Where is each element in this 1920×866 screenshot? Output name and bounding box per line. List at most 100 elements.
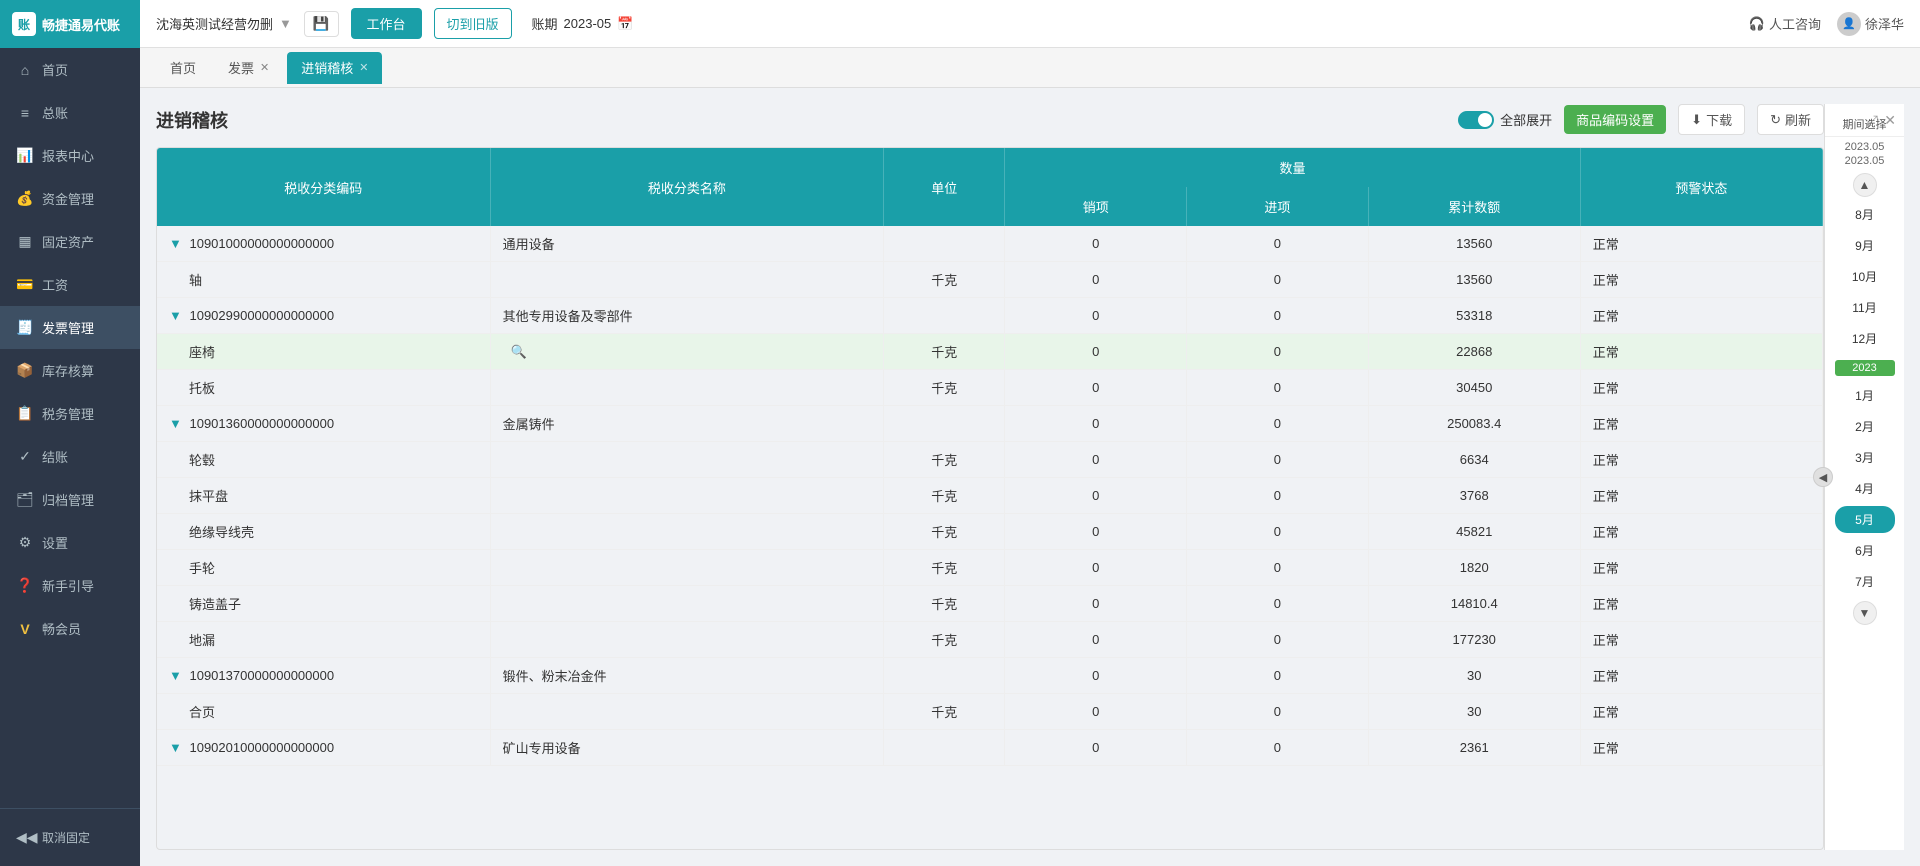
service-label: 人工咨询 [1769,14,1821,33]
period-month-item[interactable]: 2月 [1835,413,1895,440]
row-unit: 千克 [884,370,1005,406]
reports-icon: 📊 [16,147,34,164]
tab-reconcile-close[interactable]: ✕ [359,61,368,74]
sidebar-item-home[interactable]: ⌂ 首页 [0,48,140,91]
sidebar-item-guide[interactable]: ❓ 新手引导 [0,564,140,607]
row-purchase-qty: 0 [1187,226,1369,262]
member-icon: V [16,621,34,637]
product-code-button[interactable]: 商品编码设置 [1564,105,1666,134]
download-button[interactable]: ⬇ 下载 [1678,104,1745,135]
period-month-item[interactable]: 10月 [1835,263,1895,290]
row-name: 其他专用设备及零部件 [490,298,884,334]
period-month-item[interactable]: 4月 [1835,475,1895,502]
row-status: 正常 [1580,514,1822,550]
period-month-item[interactable]: 12月 [1835,325,1895,352]
collapse-icon[interactable]: ▼ [169,668,185,683]
sidebar-item-tax[interactable]: 📋 税务管理 [0,392,140,435]
user-menu[interactable]: 👤 徐泽华 [1837,12,1904,36]
sidebar-item-inventory[interactable]: 📦 库存核算 [0,349,140,392]
company-selector[interactable]: 沈海英测试经营勿删 ▼ [156,14,292,33]
sidebar-item-assets[interactable]: ▦ 固定资产 [0,220,140,263]
sidebar-label-tax: 税务管理 [42,404,94,423]
toggle-switch[interactable] [1458,111,1494,129]
sidebar-item-funds[interactable]: 💰 资金管理 [0,177,140,220]
row-unit: 千克 [884,478,1005,514]
sidebar-item-member[interactable]: V 畅会员 [0,607,140,650]
service-button[interactable]: 🎧 人工咨询 [1749,14,1821,33]
row-name [490,694,884,730]
sidebar-unpin[interactable]: ◀◀ 取消固定 [0,817,140,858]
period-month-item[interactable]: 8月 [1835,201,1895,228]
sidebar-item-payroll[interactable]: 💳 工资 [0,263,140,306]
sidebar-label-payroll: 工资 [42,275,68,294]
sidebar-label-archive: 归档管理 [42,490,94,509]
workbench-button[interactable]: 工作台 [351,8,422,39]
collapse-icon[interactable]: ▼ [169,740,185,755]
period-month-active[interactable]: 5月 [1835,506,1895,533]
row-sales-qty: 0 [1005,370,1187,406]
sidebar-item-settings[interactable]: ⚙ 设置 [0,521,140,564]
calendar-icon[interactable]: 📅 [617,16,633,32]
row-purchase-qty: 0 [1187,658,1369,694]
period-month-item[interactable]: 1月 [1835,382,1895,409]
sidebar-item-settle[interactable]: ✓ 结账 [0,435,140,478]
table-row: 铸造盖子 [157,586,490,622]
row-status: 正常 [1580,334,1822,370]
th-tax-name: 税收分类名称 [490,148,884,226]
sidebar-item-ledger[interactable]: ≡ 总账 [0,91,140,134]
close-panel-icon[interactable]: ✕ [1884,112,1896,129]
period-year-2023-top: 2023.05 [1845,141,1885,153]
panel-toggle[interactable]: ◀ [1813,467,1833,487]
collapse-icon[interactable]: ▼ [169,308,185,323]
sidebar-item-archive[interactable]: 🗂 归档管理 [0,478,140,521]
tab-home[interactable]: 首页 [156,52,210,84]
period-month-item[interactable]: 3月 [1835,444,1895,471]
logo-text: 畅捷通易代账 [42,15,120,34]
period-value: 2023-05 [564,16,612,31]
tab-invoices-close[interactable]: ✕ [260,61,269,74]
row-total: 250083.4 [1368,406,1580,442]
table-row: ▼ 10902010000000000000 [157,730,490,766]
row-purchase-qty: 0 [1187,622,1369,658]
period-month-item[interactable]: 6月 [1835,537,1895,564]
tab-invoices[interactable]: 发票 ✕ [214,52,283,84]
search-icon[interactable]: 🔍 [511,344,527,359]
period-down-arrow[interactable]: ▼ [1853,601,1877,625]
row-total: 22868 [1368,334,1580,370]
th-tax-code: 税收分类编码 [157,148,490,226]
save-button[interactable]: 💾 [304,11,339,37]
row-name [490,622,884,658]
row-purchase-qty: 0 [1187,586,1369,622]
toggle-label: 全部展开 [1500,110,1552,129]
table-row: 座椅 [157,334,490,370]
sidebar-item-reports[interactable]: 📊 报表中心 [0,134,140,177]
expand-panel-icon[interactable]: ⤢ [1867,112,1878,129]
sidebar-unpin-label: 取消固定 [42,829,90,846]
row-sales-qty: 0 [1005,514,1187,550]
row-purchase-qty: 0 [1187,514,1369,550]
refresh-button[interactable]: ↻ 刷新 [1757,104,1824,135]
period-month-item[interactable]: 11月 [1835,294,1895,321]
row-total: 6634 [1368,442,1580,478]
switch-old-button[interactable]: 切到旧版 [434,8,512,39]
table-row: ▼ 10901370000000000000 [157,658,490,694]
period-up-arrow[interactable]: ▲ [1853,173,1877,197]
collapse-icon[interactable]: ▼ [169,416,185,431]
sidebar: 账 畅捷通易代账 ⌂ 首页 ≡ 总账 📊 报表中心 💰 资金管理 ▦ 固定资产 … [0,0,140,866]
period-month-item[interactable]: 7月 [1835,568,1895,595]
row-total: 14810.4 [1368,586,1580,622]
period-year-label[interactable]: 2023 [1835,360,1895,376]
tab-reconcile[interactable]: 进销稽核 ✕ [287,52,382,84]
table-row: 合页 [157,694,490,730]
row-unit: 千克 [884,622,1005,658]
row-name [490,514,884,550]
row-status: 正常 [1580,730,1822,766]
settle-icon: ✓ [16,448,34,465]
row-status: 正常 [1580,694,1822,730]
sidebar-item-invoices[interactable]: 🧾 发票管理 [0,306,140,349]
collapse-icon[interactable]: ▼ [169,236,185,251]
row-unit [884,298,1005,334]
row-purchase-qty: 0 [1187,370,1369,406]
period-month-item[interactable]: 9月 [1835,232,1895,259]
toggle-expand[interactable]: 全部展开 [1458,110,1552,129]
